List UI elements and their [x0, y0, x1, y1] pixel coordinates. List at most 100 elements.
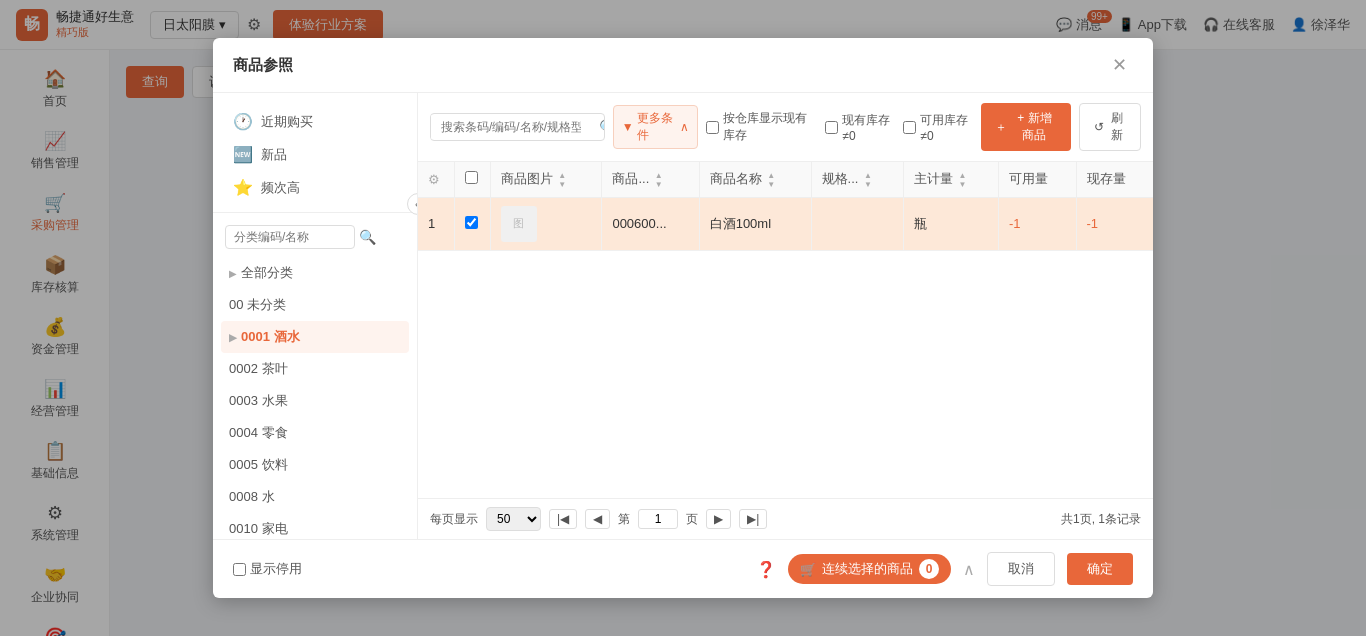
add-product-button[interactable]: ＋ + 新增商品 — [981, 103, 1071, 151]
quick-link-recent[interactable]: 🕐 近期购买 — [225, 105, 405, 138]
page-number-input[interactable] — [638, 509, 678, 529]
category-all-label: 全部分类 — [241, 264, 293, 282]
next-page-button[interactable]: ▶ — [706, 509, 731, 529]
pagination-bar: 每页显示 10 20 50 100 |◀ ◀ 第 页 ▶ ▶| 共1页, 1条记… — [418, 498, 1153, 539]
modal-header: 商品参照 ✕ — [213, 38, 1153, 93]
refresh-icon: ↺ — [1094, 120, 1104, 134]
col-image: 商品图片 ▲▼ — [490, 162, 602, 197]
bottom-right-actions: ❓ 🛒 连续选择的商品 0 ∧ 取消 确定 — [756, 552, 1133, 586]
cancel-button[interactable]: 取消 — [987, 552, 1055, 586]
arrow-all: ▶ — [229, 268, 237, 279]
warehouse-checkbox-text: 按仓库显示现有库存 — [723, 110, 818, 144]
add-product-label: + 新增商品 — [1011, 110, 1057, 144]
category-0003-label: 0003 水果 — [229, 392, 288, 410]
row-num: 1 — [418, 197, 454, 250]
sort-spec: ▲▼ — [864, 171, 872, 189]
row-spec — [811, 197, 903, 250]
quick-link-frequent[interactable]: ⭐ 频次高 — [225, 171, 405, 204]
product-search-box: 🔍 — [430, 113, 605, 141]
category-0005[interactable]: 0005 饮料 — [221, 449, 409, 481]
category-search-input[interactable] — [225, 225, 355, 249]
col-available: 可用量 — [998, 162, 1076, 197]
stock-ne0-checkbox-label[interactable]: 现有库存≠0 — [825, 112, 895, 143]
plus-icon: ＋ — [995, 119, 1007, 136]
modal-toolbar: 🔍 ▼ 更多条件 ∧ 按仓库显示现有库存 现有库存≠0 — [418, 93, 1153, 162]
col-checkbox — [454, 162, 490, 197]
usable-ne0-text: 可用库存≠0 — [920, 112, 973, 143]
row-stock: -1 — [1076, 197, 1153, 250]
col-stock: 现存量 — [1076, 162, 1153, 197]
category-0002-label: 0002 茶叶 — [229, 360, 288, 378]
filter-collapse-icon: ∧ — [680, 120, 689, 134]
select-all-checkbox[interactable] — [465, 171, 478, 184]
new-label: 新品 — [261, 146, 287, 164]
product-table-wrapper: ⚙ 商品图片 ▲▼ 商品... — [418, 162, 1153, 498]
product-search-icon[interactable]: 🔍 — [591, 114, 605, 140]
col-spec: 规格... ▲▼ — [811, 162, 903, 197]
product-image-placeholder: 图 — [501, 206, 537, 242]
product-search-input[interactable] — [431, 115, 591, 139]
cart-badge[interactable]: 🛒 连续选择的商品 0 — [788, 554, 951, 584]
modal-close-button[interactable]: ✕ — [1106, 52, 1133, 78]
modal-bottom-bar: 显示停用 ❓ 🛒 连续选择的商品 0 ∧ 取消 确定 — [213, 539, 1153, 598]
sort-name: ▲▼ — [767, 171, 775, 189]
show-disabled-checkbox[interactable] — [233, 563, 246, 576]
category-list: ▶ 全部分类 00 未分类 ▶ 0001 酒水 0002 茶叶 0003 水果 — [213, 257, 417, 539]
new-icon: 🆕 — [233, 145, 253, 164]
prev-page-button[interactable]: ◀ — [585, 509, 610, 529]
category-00[interactable]: 00 未分类 — [221, 289, 409, 321]
category-0001[interactable]: ▶ 0001 酒水 — [221, 321, 409, 353]
help-icon[interactable]: ❓ — [756, 560, 776, 579]
warehouse-checkbox[interactable] — [706, 121, 719, 134]
warehouse-checkbox-label[interactable]: 按仓库显示现有库存 — [706, 110, 818, 144]
table-settings-icon[interactable]: ⚙ — [428, 172, 440, 187]
sort-image: ▲▼ — [558, 171, 566, 189]
product-reference-modal: 商品参照 ✕ 🕐 近期购买 🆕 新品 ⭐ 频次高 — [213, 38, 1153, 598]
table-row[interactable]: 1 图 000600... 白酒100ml 瓶 — [418, 197, 1153, 250]
refresh-button[interactable]: ↺ 刷新 — [1079, 103, 1141, 151]
filter-label: 更多条件 — [637, 110, 677, 144]
recent-label: 近期购买 — [261, 113, 313, 131]
per-page-select[interactable]: 10 20 50 100 — [486, 507, 541, 531]
category-0004[interactable]: 0004 零食 — [221, 417, 409, 449]
table-header-row: ⚙ 商品图片 ▲▼ 商品... — [418, 162, 1153, 197]
row-available: -1 — [998, 197, 1076, 250]
row-checkbox-cell — [454, 197, 490, 250]
category-0008-label: 0008 水 — [229, 488, 275, 506]
recent-icon: 🕐 — [233, 112, 253, 131]
row-unit: 瓶 — [903, 197, 998, 250]
modal-left-panel: 🕐 近期购买 🆕 新品 ⭐ 频次高 « — [213, 93, 418, 539]
row-checkbox[interactable] — [465, 216, 478, 229]
modal-body: 🕐 近期购买 🆕 新品 ⭐ 频次高 « — [213, 93, 1153, 539]
product-table: ⚙ 商品图片 ▲▼ 商品... — [418, 162, 1153, 251]
category-0003[interactable]: 0003 水果 — [221, 385, 409, 417]
first-page-button[interactable]: |◀ — [549, 509, 577, 529]
category-search-area: 🔍 — [213, 221, 417, 257]
usable-ne0-checkbox[interactable] — [903, 121, 916, 134]
show-disabled-label[interactable]: 显示停用 — [233, 560, 302, 578]
category-0004-label: 0004 零食 — [229, 424, 288, 442]
last-page-button[interactable]: ▶| — [739, 509, 767, 529]
filter-button[interactable]: ▼ 更多条件 ∧ — [613, 105, 698, 149]
category-0008[interactable]: 0008 水 — [221, 481, 409, 513]
refresh-label: 刷新 — [1108, 110, 1126, 144]
collapse-cart-icon[interactable]: ∧ — [963, 560, 975, 579]
quick-links-section: 🕐 近期购买 🆕 新品 ⭐ 频次高 — [213, 105, 417, 204]
col-settings: ⚙ — [418, 162, 454, 197]
category-0005-label: 0005 饮料 — [229, 456, 288, 474]
category-0010-label: 0010 家电 — [229, 520, 288, 538]
per-page-label: 每页显示 — [430, 511, 478, 528]
col-unit: 主计量 ▲▼ — [903, 162, 998, 197]
category-00-label: 00 未分类 — [229, 296, 286, 314]
confirm-button[interactable]: 确定 — [1067, 553, 1133, 585]
quick-link-new[interactable]: 🆕 新品 — [225, 138, 405, 171]
cart-count: 0 — [919, 559, 939, 579]
stock-ne0-checkbox[interactable] — [825, 121, 838, 134]
usable-ne0-checkbox-label[interactable]: 可用库存≠0 — [903, 112, 973, 143]
category-0001-label: 0001 酒水 — [241, 328, 300, 346]
category-0002[interactable]: 0002 茶叶 — [221, 353, 409, 385]
category-0010[interactable]: 0010 家电 — [221, 513, 409, 539]
category-search-icon[interactable]: 🔍 — [359, 229, 376, 245]
category-all[interactable]: ▶ 全部分类 — [221, 257, 409, 289]
frequent-label: 频次高 — [261, 179, 300, 197]
